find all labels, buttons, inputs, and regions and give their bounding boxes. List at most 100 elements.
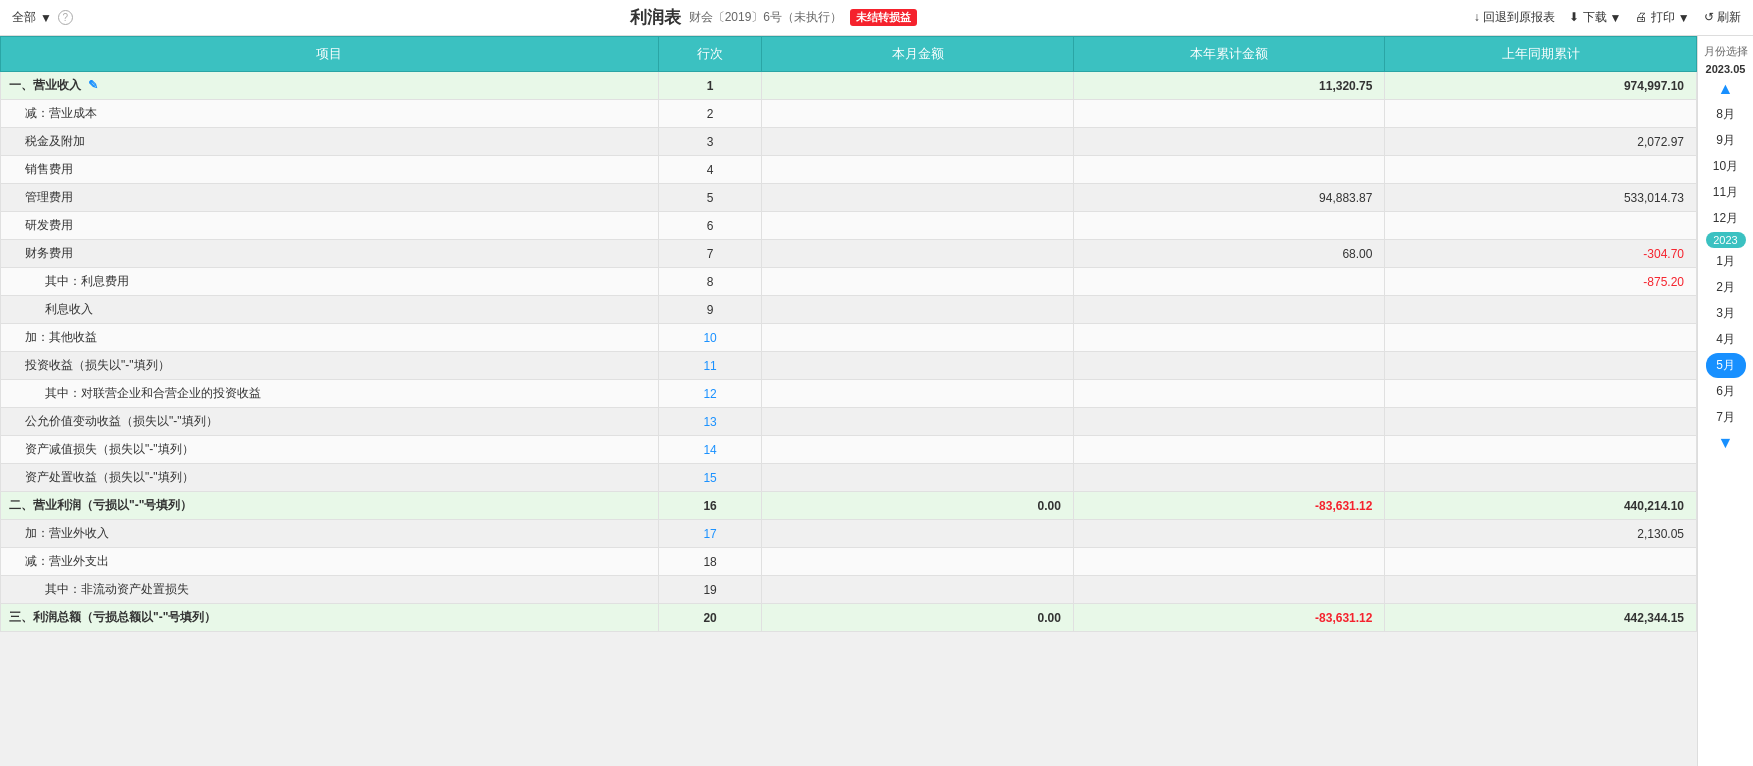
cell-prev: 533,014.73: [1385, 184, 1697, 212]
cell-month: [762, 156, 1074, 184]
cell-item: 利息收入: [1, 296, 659, 324]
cell-rownum: 4: [658, 156, 762, 184]
month-item[interactable]: 12月: [1706, 206, 1746, 231]
cell-year: 11,320.75: [1073, 72, 1385, 100]
cell-item: 其中：对联营企业和合营企业的投资收益: [1, 380, 659, 408]
cell-year: -83,631.12: [1073, 604, 1385, 632]
side-panel: 月份选择 2023.05 ▲ 8月9月10月11月12月20231月2月3月4月…: [1697, 36, 1753, 766]
month-item[interactable]: 10月: [1706, 154, 1746, 179]
cell-item: 投资收益（损失以"-"填列）: [1, 352, 659, 380]
cell-rownum[interactable]: 12: [658, 380, 762, 408]
side-panel-title: 月份选择: [1704, 40, 1748, 61]
cell-prev: 2,130.05: [1385, 520, 1697, 548]
edit-icon[interactable]: ✎: [85, 78, 98, 92]
cell-month: [762, 100, 1074, 128]
dropdown-icon: ▼: [40, 11, 52, 25]
month-item[interactable]: 2023: [1706, 232, 1746, 248]
cell-item: 减：营业外支出: [1, 548, 659, 576]
col-header-item: 项目: [1, 37, 659, 72]
table-row: 其中：对联营企业和合营企业的投资收益12: [1, 380, 1697, 408]
cell-year: [1073, 156, 1385, 184]
cell-item: 研发费用: [1, 212, 659, 240]
month-item[interactable]: 7月: [1706, 405, 1746, 430]
month-item[interactable]: 8月: [1706, 102, 1746, 127]
table-header-row: 项目 行次 本月金额 本年累计金额 上年同期累计: [1, 37, 1697, 72]
cell-rownum[interactable]: 11: [658, 352, 762, 380]
cell-item: 公允价值变动收益（损失以"-"填列）: [1, 408, 659, 436]
table-row: 投资收益（损失以"-"填列）11: [1, 352, 1697, 380]
status-badge: 未结转损益: [850, 9, 917, 26]
cell-year: 68.00: [1073, 240, 1385, 268]
cell-rownum: 5: [658, 184, 762, 212]
month-item[interactable]: 1月: [1706, 249, 1746, 274]
help-icon[interactable]: ?: [58, 10, 73, 25]
cell-year: [1073, 576, 1385, 604]
cell-prev: -875.20: [1385, 268, 1697, 296]
cell-month: [762, 240, 1074, 268]
table-row: 加：营业外收入172,130.05: [1, 520, 1697, 548]
cell-prev: [1385, 324, 1697, 352]
cell-month: [762, 380, 1074, 408]
table-row: 其中：利息费用8 -875.20: [1, 268, 1697, 296]
cell-month: 0.00: [762, 492, 1074, 520]
cell-prev: 440,214.10: [1385, 492, 1697, 520]
cell-rownum: 20: [658, 604, 762, 632]
refresh-button[interactable]: ↺ 刷新: [1704, 9, 1741, 26]
cell-month: [762, 576, 1074, 604]
cell-prev: [1385, 408, 1697, 436]
cell-rownum[interactable]: 10: [658, 324, 762, 352]
month-item[interactable]: 4月: [1706, 327, 1746, 352]
table-row: 公允价值变动收益（损失以"-"填列）13: [1, 408, 1697, 436]
cell-rownum[interactable]: 17: [658, 520, 762, 548]
cell-rownum[interactable]: 14: [658, 436, 762, 464]
cell-rownum: 18: [658, 548, 762, 576]
nav-up-arrow[interactable]: ▲: [1715, 77, 1737, 101]
cell-rownum: 8: [658, 268, 762, 296]
main-container: 项目 行次 本月金额 本年累计金额 上年同期累计 一、营业收入 ✎111,320…: [0, 36, 1753, 766]
cell-month: [762, 184, 1074, 212]
print-button[interactable]: 🖨 打印 ▼: [1635, 9, 1689, 26]
cell-rownum: 6: [658, 212, 762, 240]
cell-year: -83,631.12: [1073, 492, 1385, 520]
cell-prev: [1385, 156, 1697, 184]
cell-prev: [1385, 100, 1697, 128]
cell-prev: [1385, 464, 1697, 492]
cell-prev: 974,997.10: [1385, 72, 1697, 100]
table-area: 项目 行次 本月金额 本年累计金额 上年同期累计 一、营业收入 ✎111,320…: [0, 36, 1697, 766]
cell-month: [762, 268, 1074, 296]
cell-rownum[interactable]: 15: [658, 464, 762, 492]
cell-month: 0.00: [762, 604, 1074, 632]
cell-rownum: 19: [658, 576, 762, 604]
table-row: 一、营业收入 ✎111,320.75974,997.10: [1, 72, 1697, 100]
cell-prev: [1385, 576, 1697, 604]
month-item[interactable]: 6月: [1706, 379, 1746, 404]
cell-item: 资产减值损失（损失以"-"填列）: [1, 436, 659, 464]
month-item[interactable]: 2月: [1706, 275, 1746, 300]
cell-item: 其中：利息费用: [1, 268, 659, 296]
cell-year: [1073, 100, 1385, 128]
month-item[interactable]: 11月: [1706, 180, 1746, 205]
cell-month: [762, 296, 1074, 324]
cell-item: 资产处置收益（损失以"-"填列）: [1, 464, 659, 492]
table-row: 管理费用594,883.87533,014.73: [1, 184, 1697, 212]
table-row: 二、营业利润（亏损以"-"号填列）160.00-83,631.12440,214…: [1, 492, 1697, 520]
cell-year: [1073, 436, 1385, 464]
cell-rownum[interactable]: 13: [658, 408, 762, 436]
table-row: 其中：非流动资产处置损失19: [1, 576, 1697, 604]
all-select[interactable]: 全部 ▼: [12, 9, 52, 26]
download-button[interactable]: ⬇ 下载 ▼: [1569, 9, 1621, 26]
report-table: 项目 行次 本月金额 本年累计金额 上年同期累计 一、营业收入 ✎111,320…: [0, 36, 1697, 632]
back-button[interactable]: ↓ 回退到原报表: [1474, 9, 1555, 26]
cell-item: 管理费用: [1, 184, 659, 212]
nav-down-arrow[interactable]: ▼: [1715, 431, 1737, 455]
cell-month: [762, 548, 1074, 576]
table-row: 加：其他收益10: [1, 324, 1697, 352]
month-item[interactable]: 9月: [1706, 128, 1746, 153]
cell-month: [762, 408, 1074, 436]
cell-year: [1073, 268, 1385, 296]
cell-prev: [1385, 296, 1697, 324]
month-item[interactable]: 3月: [1706, 301, 1746, 326]
cell-year: [1073, 324, 1385, 352]
month-item[interactable]: 5月: [1706, 353, 1746, 378]
cell-item: 税金及附加: [1, 128, 659, 156]
